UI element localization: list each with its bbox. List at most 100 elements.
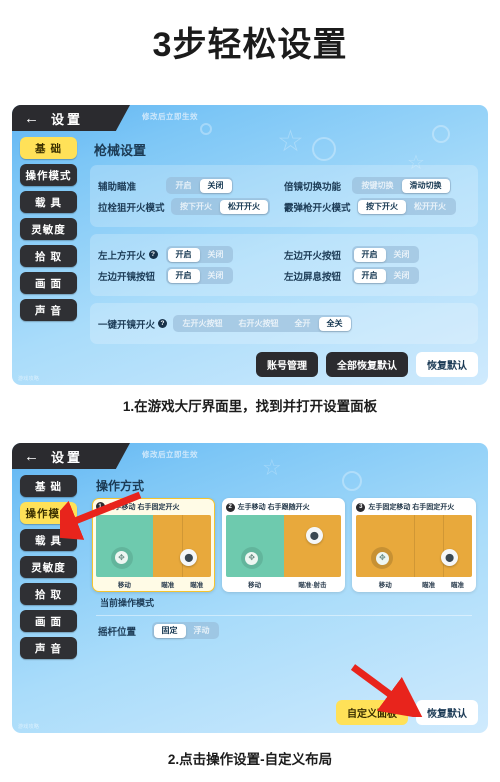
sidebar-item-pickup[interactable]: 拾 取	[20, 245, 77, 267]
segment-option-selected[interactable]: 固定	[153, 623, 186, 638]
settings-tab-button[interactable]: ← 设置	[12, 105, 130, 131]
scope-switch-segmented[interactable]: 按键切换 滑动切换	[352, 177, 451, 194]
segment-option[interactable]: 松开开火	[406, 200, 454, 214]
segment-option[interactable]: 浮动	[186, 624, 218, 638]
foot-label: 移动	[378, 582, 392, 589]
segment-option[interactable]: 关闭	[386, 269, 418, 283]
onetap-segmented[interactable]: 左开火按钮 右开火按钮 全开 全关	[173, 315, 353, 332]
sidebar-item-basic[interactable]: 基 础	[20, 137, 77, 159]
back-arrow-icon[interactable]: ←	[24, 111, 39, 126]
setting-label: 霰弹枪开火模式	[284, 202, 351, 214]
panel1-content: 枪械设置 辅助瞄准 开启 关闭 倍镜切换功能 按键切换 滑动切换 拉栓狙开火模式…	[84, 131, 488, 385]
sidebar-item-sensitivity[interactable]: 灵敏度	[20, 556, 77, 578]
stick-position-segmented[interactable]: 固定 浮动	[152, 622, 219, 639]
panel1-sidebar: 基 础 操作模式 载 具 灵敏度 拾 取 画 面 声 音	[12, 131, 84, 385]
joystick-icon: ✥	[240, 547, 263, 569]
panel2-content: 操作方式 1 左手移动 右手固定开火 ✥ ⬤ 移动 瞄准 瞄准 2 左手移动 右…	[84, 469, 488, 733]
effect-hint-text: 修改后立即生效	[142, 450, 198, 459]
segment-option[interactable]: 关闭	[200, 269, 232, 283]
bolt-fire-segmented[interactable]: 按下开火 松开开火	[170, 198, 270, 215]
setting-bolt-fire-mode: 拉栓狙开火模式 按下开火 松开开火	[98, 198, 284, 215]
card-footer: 移动 瞄准 瞄准	[96, 579, 212, 589]
sidebar-item-label: 拾 取	[35, 250, 62, 263]
shotgun-fire-segmented[interactable]: 按下开火 松开开火	[356, 198, 456, 215]
segment-option-selected[interactable]: 开启	[353, 247, 386, 262]
account-management-button[interactable]: 账号管理	[256, 352, 318, 377]
control-mode-card-3[interactable]: 3 左手固定移动 右手固定开火 ✥ ⬤ 移动 瞄准 瞄准	[352, 498, 477, 592]
setting-label: 左上方开火?	[98, 248, 160, 262]
sidebar-item-control[interactable]: 操作模式	[20, 164, 77, 186]
aim-assist-segmented[interactable]: 开启 关闭	[166, 177, 233, 194]
segment-option[interactable]: 按下开火	[172, 200, 220, 214]
panel1-actions: 账号管理 全部恢复默认 恢复默认	[256, 352, 478, 377]
custom-panel-button[interactable]: 自定义面板	[336, 700, 408, 725]
sidebar-item-label: 画 面	[35, 615, 62, 628]
setting-label-text: 左上方开火	[98, 250, 146, 262]
segment-option-selected[interactable]: 按下开火	[358, 199, 407, 214]
segment-option-selected[interactable]: 滑动切换	[401, 178, 450, 193]
segment-option[interactable]: 全开	[287, 317, 319, 331]
segment-option[interactable]: 关闭	[386, 248, 418, 262]
settings-row: 左边开镜按钮 开启 关闭 左边屏息按钮 开启 关闭	[98, 267, 470, 284]
screenshot-panel-1: ☆ ☆ ← 设置 修改后立即生效 基 础 操作模式 载 具 灵敏度 拾 取 画 …	[12, 105, 488, 385]
setting-label: 左边屏息按钮	[284, 271, 342, 283]
segment-option[interactable]: 关闭	[200, 248, 232, 262]
restore-defaults-button[interactable]: 恢复默认	[416, 352, 478, 377]
panel2-body: 基 础 操作模式 载 具 灵敏度 拾 取 画 面 声 音 操作方式 1 左手移动…	[12, 469, 488, 733]
sidebar-item-label: 操作模式	[25, 169, 72, 182]
left-hold-breath-segmented[interactable]: 开启 关闭	[352, 267, 419, 284]
setting-left-hold-breath-button: 左边屏息按钮 开启 关闭	[284, 267, 470, 284]
segment-option-selected[interactable]: 关闭	[199, 178, 232, 193]
sidebar-item-sound[interactable]: 声 音	[20, 637, 77, 659]
segment-option-selected[interactable]: 开启	[353, 268, 386, 283]
sidebar-item-display[interactable]: 画 面	[20, 610, 77, 632]
left-fire-button-segmented[interactable]: 开启 关闭	[352, 246, 419, 263]
segment-option[interactable]: 按键切换	[354, 179, 402, 193]
help-icon[interactable]: ?	[148, 250, 158, 259]
foot-label: 瞄准	[190, 581, 204, 589]
sidebar-item-pickup[interactable]: 拾 取	[20, 583, 77, 605]
upper-left-fire-segmented[interactable]: 开启 关闭	[166, 246, 233, 263]
settings-group-onetap: 一键开镜开火? 左开火按钮 右开火按钮 全开 全关	[90, 303, 478, 344]
sidebar-item-label: 基 础	[35, 480, 62, 493]
screenshot-panel-2: ☆ ← 设置 修改后立即生效 基 础 操作模式 载 具 灵敏度 拾 取 画 面 …	[12, 443, 488, 733]
restore-all-defaults-button[interactable]: 全部恢复默认	[326, 352, 408, 377]
restore-defaults-button[interactable]: 恢复默认	[416, 700, 478, 725]
control-mode-card-1[interactable]: 1 左手移动 右手固定开火 ✥ ⬤ 移动 瞄准 瞄准	[92, 498, 215, 592]
help-icon[interactable]: ?	[158, 319, 168, 328]
back-arrow-icon[interactable]: ←	[24, 449, 39, 464]
segment-option-selected[interactable]: 松开开火	[220, 199, 269, 214]
panel2-sidebar: 基 础 操作模式 载 具 灵敏度 拾 取 画 面 声 音	[12, 469, 84, 733]
setting-label: 倍镜切换功能	[284, 181, 342, 193]
sidebar-item-control[interactable]: 操作模式	[20, 502, 77, 524]
left-scope-button-segmented[interactable]: 开启 关闭	[166, 267, 233, 284]
divider	[96, 615, 472, 616]
card-diagram: ✥ ⬤	[95, 514, 212, 577]
watermark: 游戏攻略	[18, 724, 40, 730]
diagram-divider	[443, 515, 445, 577]
segment-option-selected[interactable]: 全关	[318, 316, 351, 331]
setting-label: 左边开火按钮	[284, 250, 342, 262]
setting-label: 摇杆位置	[98, 626, 137, 638]
segment-option[interactable]: 右开火按钮	[231, 317, 287, 331]
segment-option-selected[interactable]: 开启	[167, 247, 200, 262]
segment-option[interactable]: 开启	[168, 179, 200, 193]
stick-position-row: 摇杆位置 固定 浮动	[98, 622, 478, 639]
sidebar-item-sound[interactable]: 声 音	[20, 299, 77, 321]
settings-group-buttons: 左上方开火? 开启 关闭 左边开火按钮 开启 关闭 左边开镜按钮 开启 关闭 左…	[90, 234, 478, 296]
setting-label: 辅助瞄准	[98, 181, 137, 193]
fire-button-icon: ⬤	[305, 527, 323, 544]
sidebar-item-display[interactable]: 画 面	[20, 272, 77, 294]
sidebar-item-sensitivity[interactable]: 灵敏度	[20, 218, 77, 240]
segment-option-selected[interactable]: 开启	[167, 268, 200, 283]
sidebar-item-vehicle[interactable]: 载 具	[20, 191, 77, 213]
setting-shotgun-fire-mode: 霰弹枪开火模式 按下开火 松开开火	[284, 198, 470, 215]
diagram-divider	[182, 514, 184, 577]
control-mode-card-2[interactable]: 2 左手移动 右手跟随开火 ✥ ⬤ 移动 瞄准·射击	[221, 498, 346, 592]
sidebar-item-vehicle[interactable]: 载 具	[20, 529, 77, 551]
sidebar-item-basic[interactable]: 基 础	[20, 475, 77, 497]
segment-option[interactable]: 左开火按钮	[175, 317, 231, 331]
setting-aim-assist: 辅助瞄准 开启 关闭	[98, 177, 284, 194]
settings-tab-button[interactable]: ← 设置	[12, 443, 130, 469]
control-mode-cards: 1 左手移动 右手固定开火 ✥ ⬤ 移动 瞄准 瞄准 2 左手移动 右手跟随开火…	[90, 498, 478, 592]
